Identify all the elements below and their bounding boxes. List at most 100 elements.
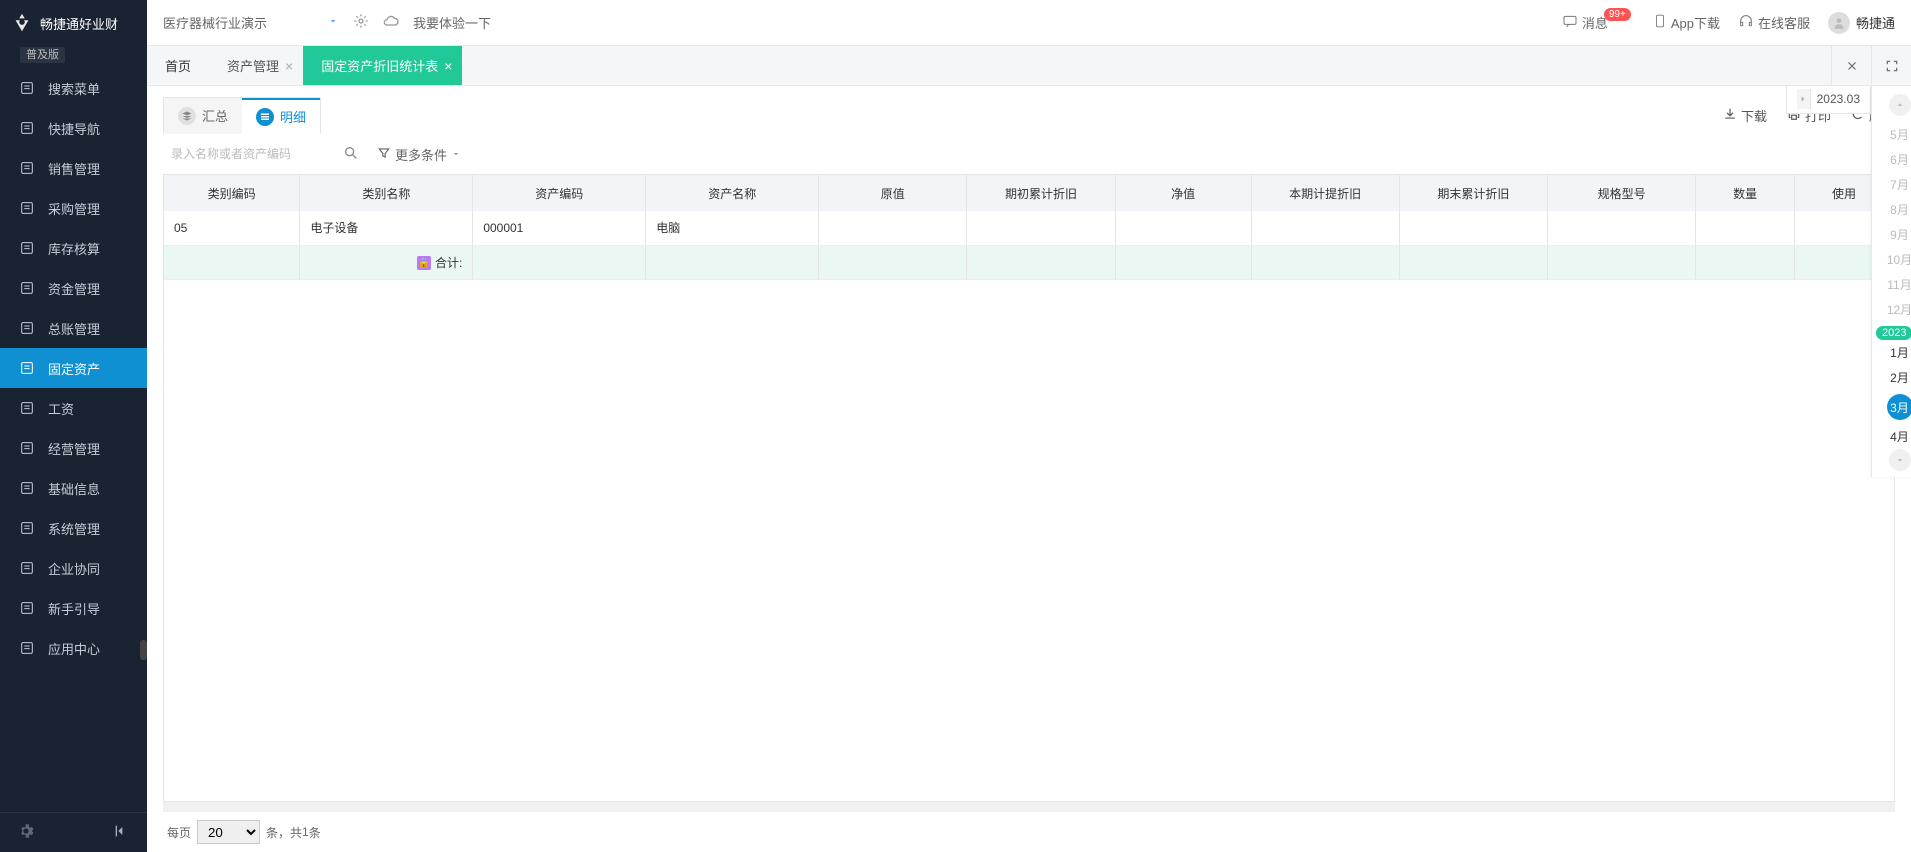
per-page-label: 每页	[167, 824, 191, 841]
settings-icon[interactable]	[18, 823, 34, 842]
sidebar-item-12[interactable]: 企业协同	[0, 548, 147, 588]
month-item[interactable]: 10月	[1887, 247, 1911, 272]
message-button[interactable]: 消息 99+	[1562, 13, 1635, 32]
brand-header: 畅捷通好业财	[0, 0, 147, 46]
month-item[interactable]: 4月	[1887, 424, 1911, 449]
sidebar: 畅捷通好业财 普及版 搜索菜单快捷导航销售管理采购管理库存核算资金管理总账管理固…	[0, 0, 147, 852]
support-label: 在线客服	[1758, 13, 1810, 32]
headset-icon	[1738, 13, 1754, 32]
column-header[interactable]: 期末累计折旧	[1399, 175, 1547, 211]
month-item[interactable]: 6月	[1887, 147, 1911, 172]
table-cell	[967, 211, 1115, 245]
column-header[interactable]: 类别编码	[164, 175, 300, 211]
sidebar-item-label: 经营管理	[48, 439, 100, 458]
sidebar-item-9[interactable]: 经营管理	[0, 428, 147, 468]
column-header[interactable]: 资产名称	[646, 175, 819, 211]
table-horizontal-scrollbar[interactable]	[163, 802, 1895, 812]
org-selector[interactable]: 医疗器械行业演示	[163, 13, 353, 32]
sidebar-item-0[interactable]: 搜索菜单	[0, 68, 147, 108]
month-item[interactable]: 7月	[1887, 172, 1911, 197]
table-row[interactable]: 05电子设备000001电脑	[164, 211, 1894, 245]
try-link[interactable]: 我要体验一下	[413, 13, 491, 32]
close-all-tabs-icon[interactable]	[1831, 46, 1871, 85]
month-item[interactable]: 12月	[1887, 297, 1911, 322]
column-header[interactable]: 数量	[1696, 175, 1795, 211]
period-current[interactable]: 2023.03	[1786, 86, 1871, 114]
sidebar-item-4[interactable]: 库存核算	[0, 228, 147, 268]
collapse-period-icon[interactable]	[1797, 89, 1811, 109]
user-info[interactable]: 畅捷通	[1828, 12, 1895, 34]
column-header[interactable]: 净值	[1115, 175, 1251, 211]
user-name: 畅捷通	[1856, 13, 1895, 32]
view-tab-detail[interactable]: 明细	[242, 98, 320, 134]
month-item[interactable]: 11月	[1887, 272, 1911, 297]
table-cell: 电脑	[646, 211, 819, 245]
sidebar-item-11[interactable]: 系统管理	[0, 508, 147, 548]
column-header[interactable]: 类别名称	[300, 175, 473, 211]
sidebar-item-10[interactable]: 基础信息	[0, 468, 147, 508]
tab-0[interactable]: 首页	[147, 46, 209, 85]
month-item[interactable]: 8月	[1887, 197, 1911, 222]
year-badge: 2023	[1876, 326, 1911, 340]
page-size-select[interactable]: 20	[197, 820, 260, 844]
brand-name: 畅捷通好业财	[40, 14, 118, 33]
money-icon	[18, 279, 36, 297]
version-badge: 普及版	[20, 47, 65, 63]
message-badge: 99+	[1604, 8, 1631, 21]
tab-2[interactable]: 固定资产折旧统计表 ×	[303, 46, 462, 85]
column-header[interactable]: 资产编码	[473, 175, 646, 211]
pagination-total-prefix: 共	[290, 824, 302, 841]
more-filter-button[interactable]: 更多条件	[377, 145, 461, 164]
period-prev-icon[interactable]	[1889, 94, 1911, 116]
pagination-unit: 条，	[266, 824, 290, 841]
info-icon	[18, 479, 36, 497]
month-item[interactable]: 9月	[1887, 222, 1911, 247]
sidebar-item-2[interactable]: 销售管理	[0, 148, 147, 188]
fullscreen-icon[interactable]	[1871, 46, 1911, 85]
sidebar-item-label: 基础信息	[48, 479, 100, 498]
tab-close-icon[interactable]: ×	[444, 58, 452, 74]
sidebar-item-14[interactable]: 应用中心	[0, 628, 147, 668]
sidebar-item-label: 搜索菜单	[48, 79, 100, 98]
sidebar-item-label: 销售管理	[48, 159, 100, 178]
sidebar-item-13[interactable]: 新手引导	[0, 588, 147, 628]
month-item[interactable]: 3月	[1887, 390, 1911, 424]
column-header[interactable]: 原值	[819, 175, 967, 211]
search-input[interactable]	[163, 140, 333, 168]
pagination-total-suffix: 条	[309, 824, 321, 841]
period-next-icon[interactable]	[1889, 449, 1911, 471]
chevron-down-icon	[327, 15, 339, 30]
support-button[interactable]: 在线客服	[1738, 13, 1810, 32]
column-header[interactable]: 规格型号	[1548, 175, 1696, 211]
sidebar-item-3[interactable]: 采购管理	[0, 188, 147, 228]
search-icon[interactable]	[343, 145, 359, 164]
view-tab-summary[interactable]: 汇总	[164, 98, 242, 134]
collapse-sidebar-icon[interactable]	[113, 823, 129, 842]
sidebar-item-7[interactable]: 固定资产	[0, 348, 147, 388]
total-cell	[473, 245, 646, 279]
sidebar-item-6[interactable]: 总账管理	[0, 308, 147, 348]
month-item[interactable]: 1月	[1887, 340, 1911, 365]
download-icon	[1723, 107, 1737, 124]
tab-close-icon[interactable]: ×	[285, 58, 293, 74]
column-header[interactable]: 期初累计折旧	[967, 175, 1115, 211]
sidebar-item-1[interactable]: 快捷导航	[0, 108, 147, 148]
cloud-icon[interactable]	[383, 13, 399, 32]
sidebar-item-8[interactable]: 工资	[0, 388, 147, 428]
download-button[interactable]: 下载	[1723, 106, 1767, 125]
tab-1[interactable]: 资产管理×	[209, 46, 303, 85]
list-icon	[256, 108, 274, 126]
app-download-button[interactable]: App下载	[1653, 13, 1720, 32]
column-header[interactable]: 本期计提折旧	[1251, 175, 1399, 211]
data-table: 类别编码类别名称资产编码资产名称原值期初累计折旧净值本期计提折旧期末累计折旧规格…	[163, 174, 1895, 802]
month-item[interactable]: 2月	[1887, 365, 1911, 390]
month-item[interactable]: 5月	[1887, 122, 1911, 147]
phone-icon	[1653, 13, 1667, 32]
sidebar-scrollbar[interactable]	[140, 640, 147, 660]
sidebar-item-label: 系统管理	[48, 519, 100, 538]
header-settings-icon[interactable]	[353, 13, 369, 32]
tab-label: 固定资产折旧统计表	[321, 56, 438, 75]
sidebar-item-5[interactable]: 资金管理	[0, 268, 147, 308]
tab-label: 首页	[165, 56, 191, 75]
period-current-label: 2023.03	[1817, 92, 1860, 106]
